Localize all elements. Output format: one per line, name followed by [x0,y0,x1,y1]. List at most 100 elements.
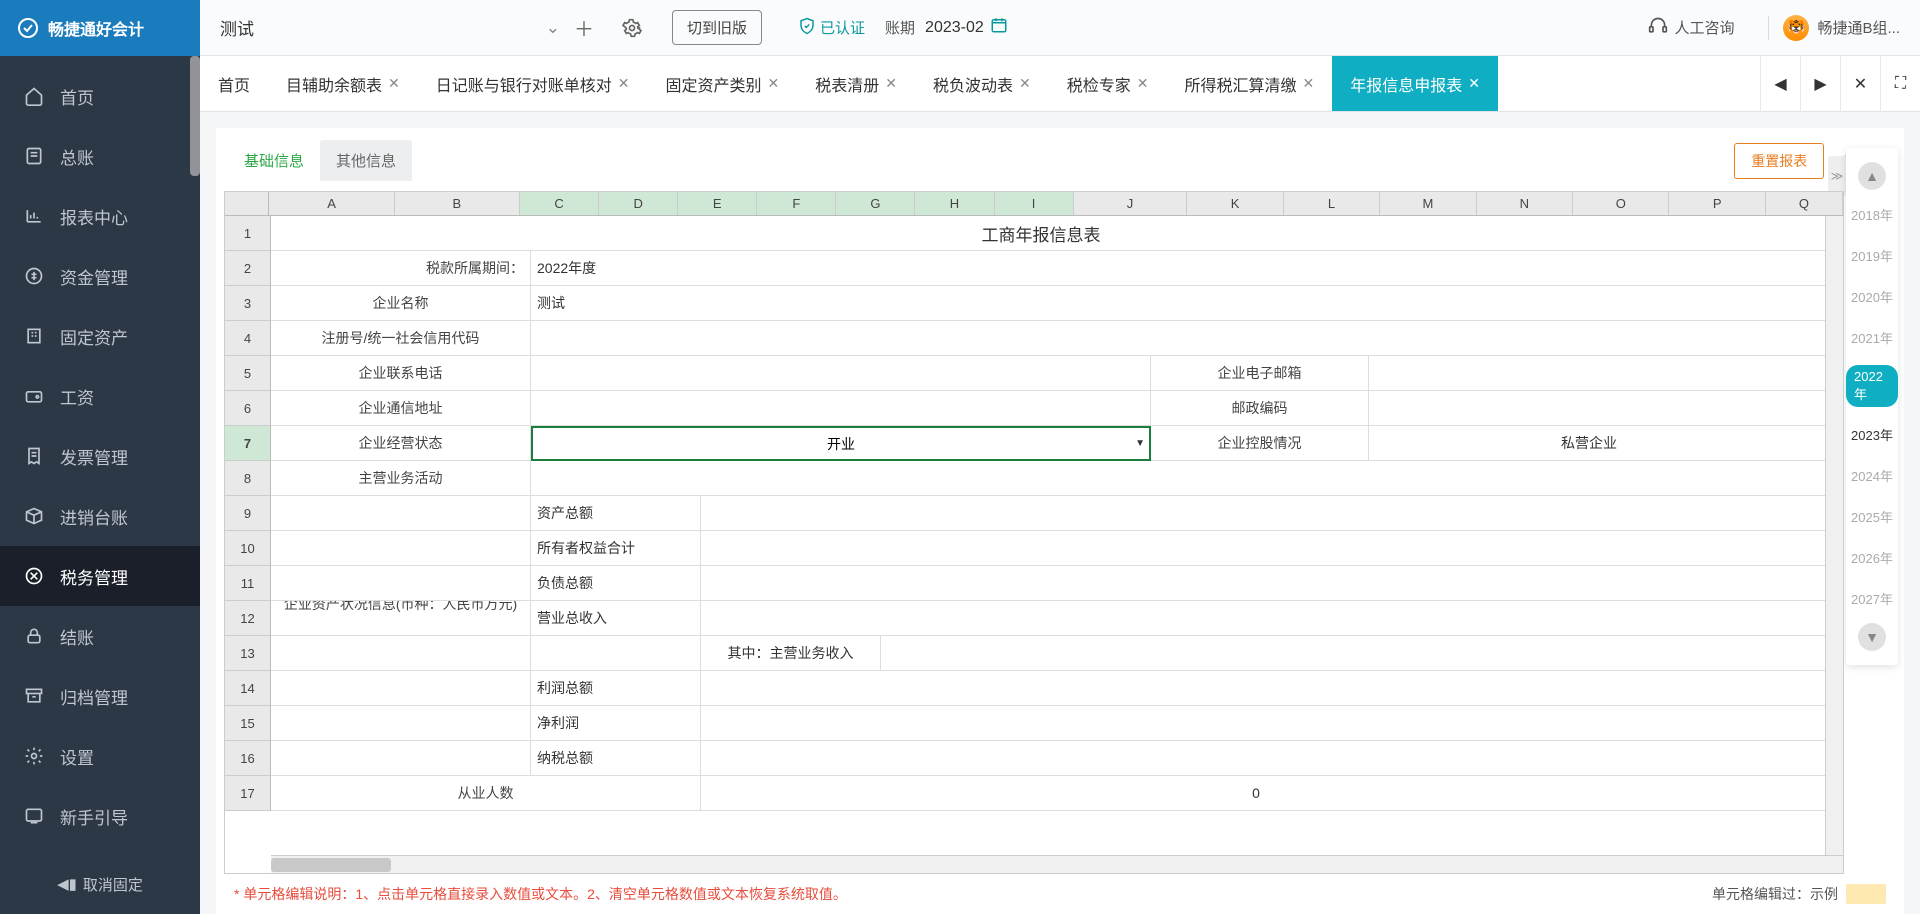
select-all-corner[interactable] [225,192,269,215]
calendar-icon[interactable] [990,16,1008,39]
tab-tax-fluctuation[interactable]: 税负波动表✕ [915,56,1049,111]
year-2023[interactable]: 2023年 [1851,414,1893,455]
reset-button[interactable]: 重置报表 [1734,143,1824,179]
tab-annual-report[interactable]: 年报信息申报表✕ [1332,56,1498,111]
row-2[interactable]: 2 [225,251,271,286]
consult-button[interactable]: 人工咨询 [1648,16,1734,40]
year-2019[interactable]: 2019年 [1851,235,1893,276]
tab-tax-expert[interactable]: 税检专家✕ [1049,56,1167,111]
year-down-button[interactable]: ▼ [1858,623,1886,651]
fullscreen-button[interactable]: ⛶ [1880,56,1920,112]
nav-settings[interactable]: 设置 [0,726,200,786]
close-icon[interactable]: ✕ [1019,75,1031,92]
nav-assets[interactable]: 固定资产 [0,306,200,366]
total-assets-value[interactable] [701,496,1811,530]
row-9[interactable]: 9 [225,496,271,531]
nav-invoice[interactable]: 发票管理 [0,426,200,486]
year-up-button[interactable]: ▲ [1858,162,1886,190]
tab-prev-button[interactable]: ◀ [1760,56,1800,112]
year-2018[interactable]: 2018年 [1851,194,1893,235]
row-13[interactable]: 13 [225,636,271,671]
year-2020[interactable]: 2020年 [1851,276,1893,317]
tax-total-value[interactable] [701,741,1811,775]
close-icon[interactable]: ✕ [1137,75,1149,92]
row-16[interactable]: 16 [225,741,271,776]
tab-journal[interactable]: 日记账与银行对账单核对✕ [418,56,648,111]
settings-button[interactable] [614,10,650,46]
row-12[interactable]: 12 [225,601,271,636]
col-D[interactable]: D [599,192,678,215]
active-cell-dropdown[interactable]: 开业 ▼ [531,426,1151,461]
holding-value[interactable]: 私营企业 [1369,426,1809,460]
row-17[interactable]: 17 [225,776,271,811]
panel-tab-other[interactable]: 其他信息 [320,140,412,181]
equity-value[interactable] [701,531,1811,565]
nav-archive[interactable]: 归档管理 [0,666,200,726]
year-2027[interactable]: 2027年 [1851,578,1893,619]
row-14[interactable]: 14 [225,671,271,706]
row-8[interactable]: 8 [225,461,271,496]
add-button[interactable]: ＋ [566,10,602,46]
col-F[interactable]: F [757,192,836,215]
year-2021[interactable]: 2021年 [1851,317,1893,358]
year-2025[interactable]: 2025年 [1851,496,1893,537]
period-value-cell[interactable]: 2022年度 [531,251,1811,285]
close-icon[interactable]: ✕ [618,75,630,92]
close-icon[interactable]: ✕ [885,75,897,92]
profit-value[interactable] [701,671,1811,705]
tab-home[interactable]: 首页 [200,56,268,111]
dropdown-icon[interactable]: ▼ [1135,438,1145,449]
nav-tax[interactable]: 税务管理 [0,546,200,606]
nav-funds[interactable]: 资金管理 [0,246,200,306]
tab-tax-book[interactable]: 税表清册✕ [797,56,915,111]
nav-home[interactable]: 首页 [0,66,200,126]
close-icon[interactable]: ✕ [768,75,780,92]
phone-value[interactable] [531,356,1151,390]
cell-grid[interactable]: 工商年报信息表 税款所属期间： 2022年度 企业名称 测试 注册号/统一社会信… [271,216,1843,811]
row-4[interactable]: 4 [225,321,271,356]
row-10[interactable]: 10 [225,531,271,566]
nav-inventory[interactable]: 进销台账 [0,486,200,546]
nav-guide[interactable]: 新手引导 [0,786,200,846]
col-L[interactable]: L [1284,192,1380,215]
year-2022[interactable]: 2022年 [1846,365,1898,407]
row-7[interactable]: 7 [225,426,271,461]
row-11[interactable]: 11 [225,566,271,601]
col-E[interactable]: E [678,192,757,215]
old-version-button[interactable]: 切到旧版 [672,10,762,45]
tab-balance[interactable]: 目辅助余额表✕ [268,56,418,111]
reg-code-value[interactable] [531,321,1811,355]
close-icon[interactable]: ✕ [1303,75,1315,92]
col-O[interactable]: O [1573,192,1669,215]
col-M[interactable]: M [1380,192,1476,215]
main-biz-value[interactable] [531,461,1811,495]
horizontal-scrollbar[interactable] [271,855,1843,873]
employees-value[interactable]: 0 [701,776,1811,810]
close-icon[interactable]: ✕ [388,75,400,92]
liabilities-value[interactable] [701,566,1811,600]
row-15[interactable]: 15 [225,706,271,741]
year-2026[interactable]: 2026年 [1851,537,1893,578]
col-K[interactable]: K [1187,192,1283,215]
col-Q[interactable]: Q [1766,192,1843,215]
col-A[interactable]: A [269,192,394,215]
tab-income-tax[interactable]: 所得税汇算清缴✕ [1167,56,1333,111]
vertical-scrollbar[interactable] [1825,216,1843,855]
col-C[interactable]: C [520,192,599,215]
period-value[interactable]: 2023-02 [925,19,984,37]
revenue-value[interactable] [701,601,1811,635]
scroll-thumb[interactable] [271,858,391,872]
company-name-value[interactable]: 测试 [531,286,1811,320]
unpin-button[interactable]: ◀▮ 取消固定 [0,864,200,904]
net-profit-value[interactable] [701,706,1811,740]
email-value[interactable] [1369,356,1809,390]
row-6[interactable]: 6 [225,391,271,426]
year-2024[interactable]: 2024年 [1851,455,1893,496]
address-value[interactable] [531,391,1151,425]
col-I[interactable]: I [995,192,1074,215]
close-icon[interactable]: ✕ [1468,75,1480,92]
tab-next-button[interactable]: ▶ [1800,56,1840,112]
user-menu[interactable]: 🐯 畅捷通B组... [1783,15,1900,41]
nav-closing[interactable]: 结账 [0,606,200,666]
tab-asset-category[interactable]: 固定资产类别✕ [648,56,798,111]
